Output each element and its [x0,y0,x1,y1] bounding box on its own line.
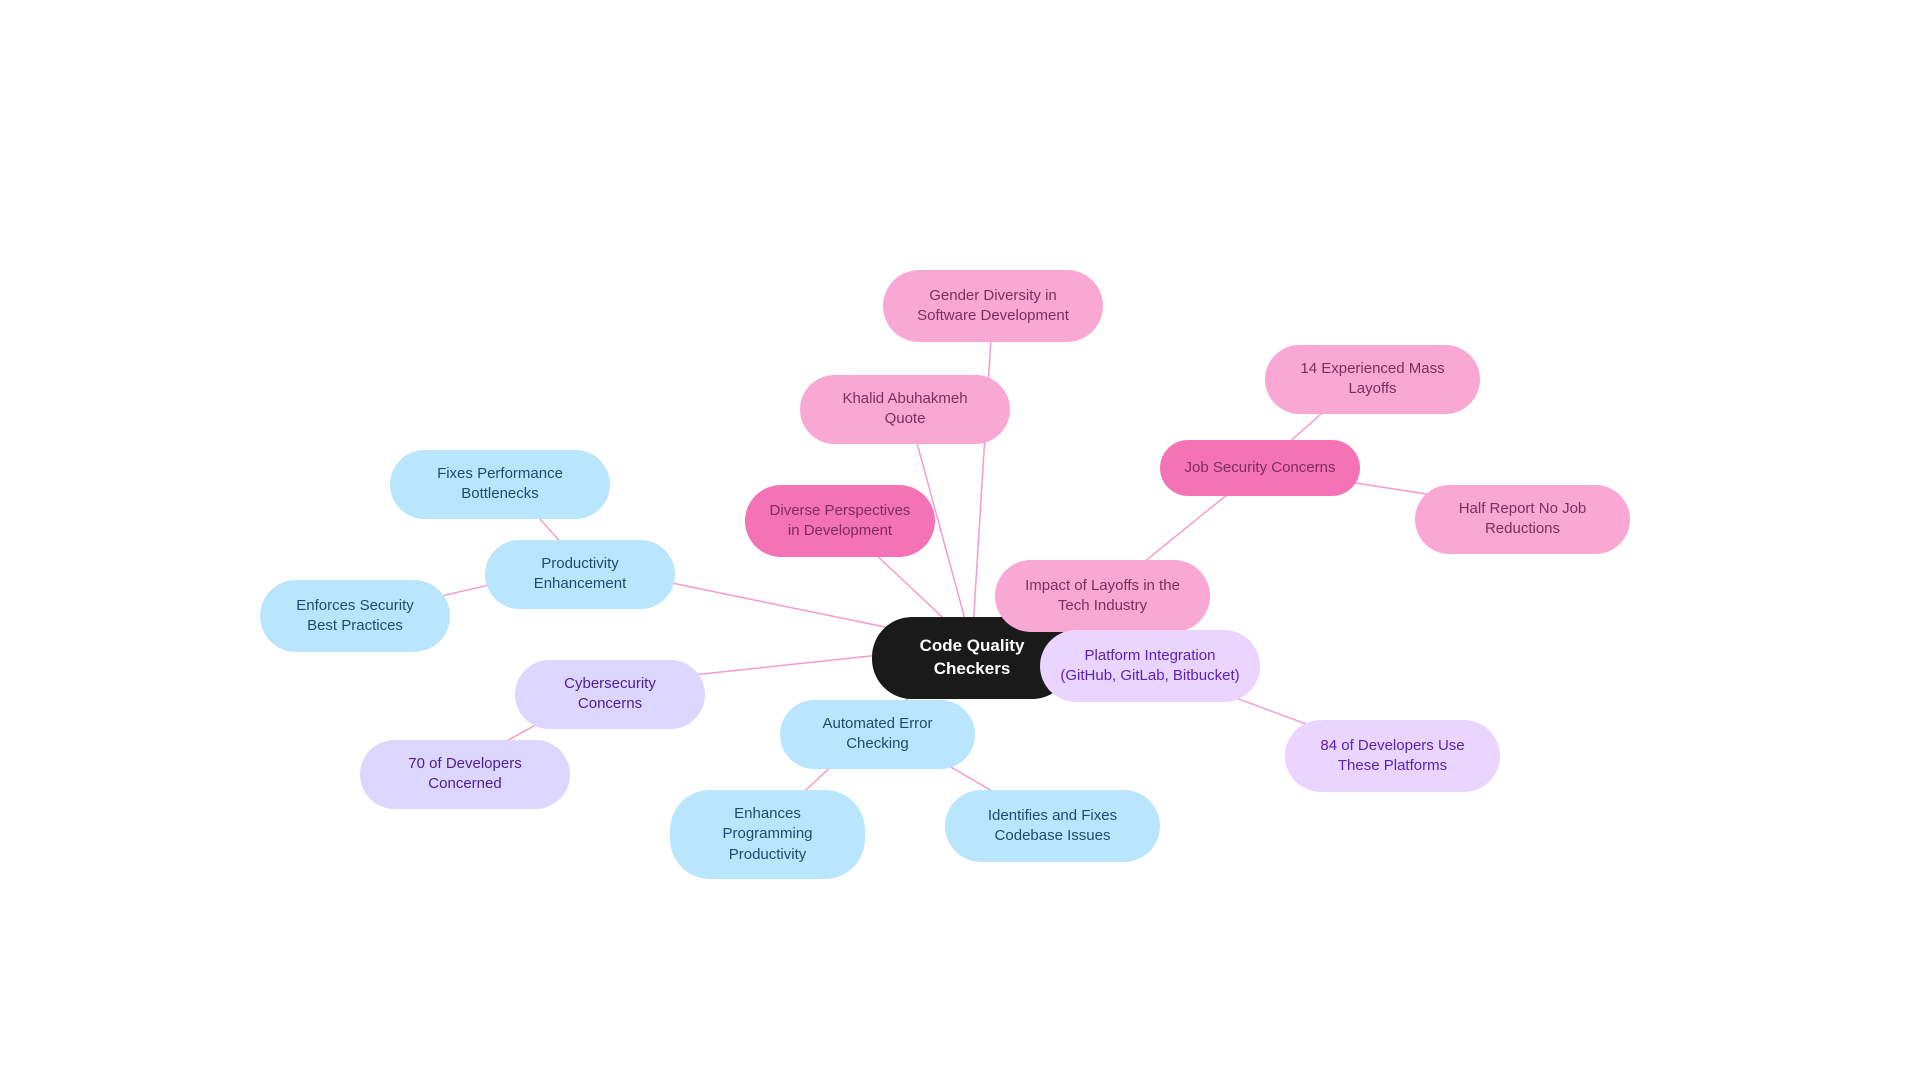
node-diverse-perspectives: Diverse Perspectives in Development [745,485,935,557]
node-identifies-fixes: Identifies and Fixes Codebase Issues [945,790,1160,862]
node-enforces-security: Enforces Security Best Practices [260,580,450,652]
node-productivity-enhancement: Productivity Enhancement [485,540,675,609]
node-enhances-prog: Enhances Programming Productivity [670,790,865,879]
node-platform-integration: Platform Integration (GitHub, GitLab, Bi… [1040,630,1260,702]
connections-svg [0,0,1920,1083]
node-fixes-perf: Fixes Performance Bottlenecks [390,450,610,519]
node-70-developers: 70 of Developers Concerned [360,740,570,809]
mindmap-container: Code Quality CheckersGender Diversity in… [0,0,1920,1083]
node-84-developers: 84 of Developers Use These Platforms [1285,720,1500,792]
node-impact-layoffs: Impact of Layoffs in the Tech Industry [995,560,1210,632]
node-gender-diversity: Gender Diversity in Software Development [883,270,1103,342]
node-job-security: Job Security Concerns [1160,440,1360,496]
node-half-report: Half Report No Job Reductions [1415,485,1630,554]
node-cybersecurity: Cybersecurity Concerns [515,660,705,729]
node-14-experienced: 14 Experienced Mass Layoffs [1265,345,1480,414]
node-automated-error: Automated Error Checking [780,700,975,769]
node-khalid-quote: Khalid Abuhakmeh Quote [800,375,1010,444]
